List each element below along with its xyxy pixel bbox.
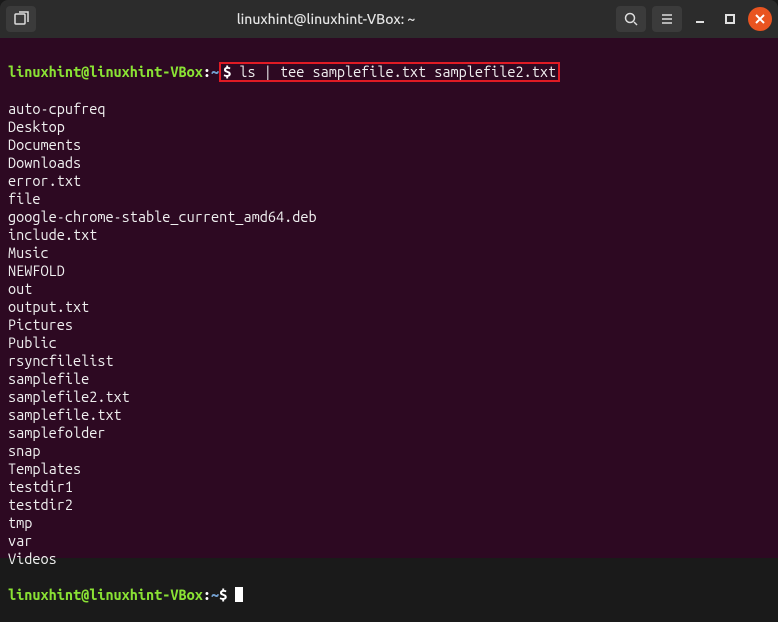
output-line: out (8, 280, 770, 298)
output-line: Documents (8, 136, 770, 154)
prompt-line: linuxhint@linuxhint-VBox:~$ (8, 586, 770, 604)
close-button[interactable] (748, 7, 772, 31)
minimize-button[interactable] (688, 7, 712, 31)
command-highlight-box: $ ls | tee samplefile.txt samplefile2.tx… (219, 62, 560, 82)
window-titlebar: linuxhint@linuxhint-VBox: ~ (0, 0, 778, 38)
terminal-cursor (235, 587, 243, 602)
output-line: samplefolder (8, 424, 770, 442)
menu-button[interactable] (652, 6, 682, 32)
output-line: samplefile (8, 370, 770, 388)
output-line: Downloads (8, 154, 770, 172)
output-line: error.txt (8, 172, 770, 190)
command-line: linuxhint@linuxhint-VBox:~$ ls | tee sam… (8, 62, 770, 82)
output-line: var (8, 532, 770, 550)
output-line: file (8, 190, 770, 208)
output-line: Desktop (8, 118, 770, 136)
output-line: Templates (8, 460, 770, 478)
new-tab-button[interactable] (6, 6, 36, 32)
output-line: samplefile.txt (8, 406, 770, 424)
output-line: samplefile2.txt (8, 388, 770, 406)
output-line: google-chrome-stable_current_amd64.deb (8, 208, 770, 226)
output-line: include.txt (8, 226, 770, 244)
window-title: linuxhint@linuxhint-VBox: ~ (42, 11, 610, 27)
output-line: Music (8, 244, 770, 262)
output-line: testdir1 (8, 478, 770, 496)
output-line: Public (8, 334, 770, 352)
output-line: rsyncfilelist (8, 352, 770, 370)
prompt-path: ~ (211, 63, 219, 80)
typed-command: ls | tee samplefile.txt samplefile2.txt (231, 63, 556, 80)
prompt-user-host: linuxhint@linuxhint-VBox (8, 63, 203, 80)
output-line: NEWFOLD (8, 262, 770, 280)
maximize-button[interactable] (718, 7, 742, 31)
prompt-user-host: linuxhint@linuxhint-VBox (8, 586, 203, 603)
output-line: output.txt (8, 298, 770, 316)
search-button[interactable] (616, 6, 646, 32)
terminal-viewport[interactable]: linuxhint@linuxhint-VBox:~$ ls | tee sam… (0, 38, 778, 558)
output-line: auto-cpufreq (8, 100, 770, 118)
prompt-dollar: $ (219, 586, 227, 603)
output-line: Videos (8, 550, 770, 568)
output-line: testdir2 (8, 496, 770, 514)
prompt-path: ~ (211, 586, 219, 603)
output-line: snap (8, 442, 770, 460)
output-line: Pictures (8, 316, 770, 334)
prompt-colon: : (203, 63, 211, 80)
prompt-colon: : (203, 586, 211, 603)
output-line: tmp (8, 514, 770, 532)
